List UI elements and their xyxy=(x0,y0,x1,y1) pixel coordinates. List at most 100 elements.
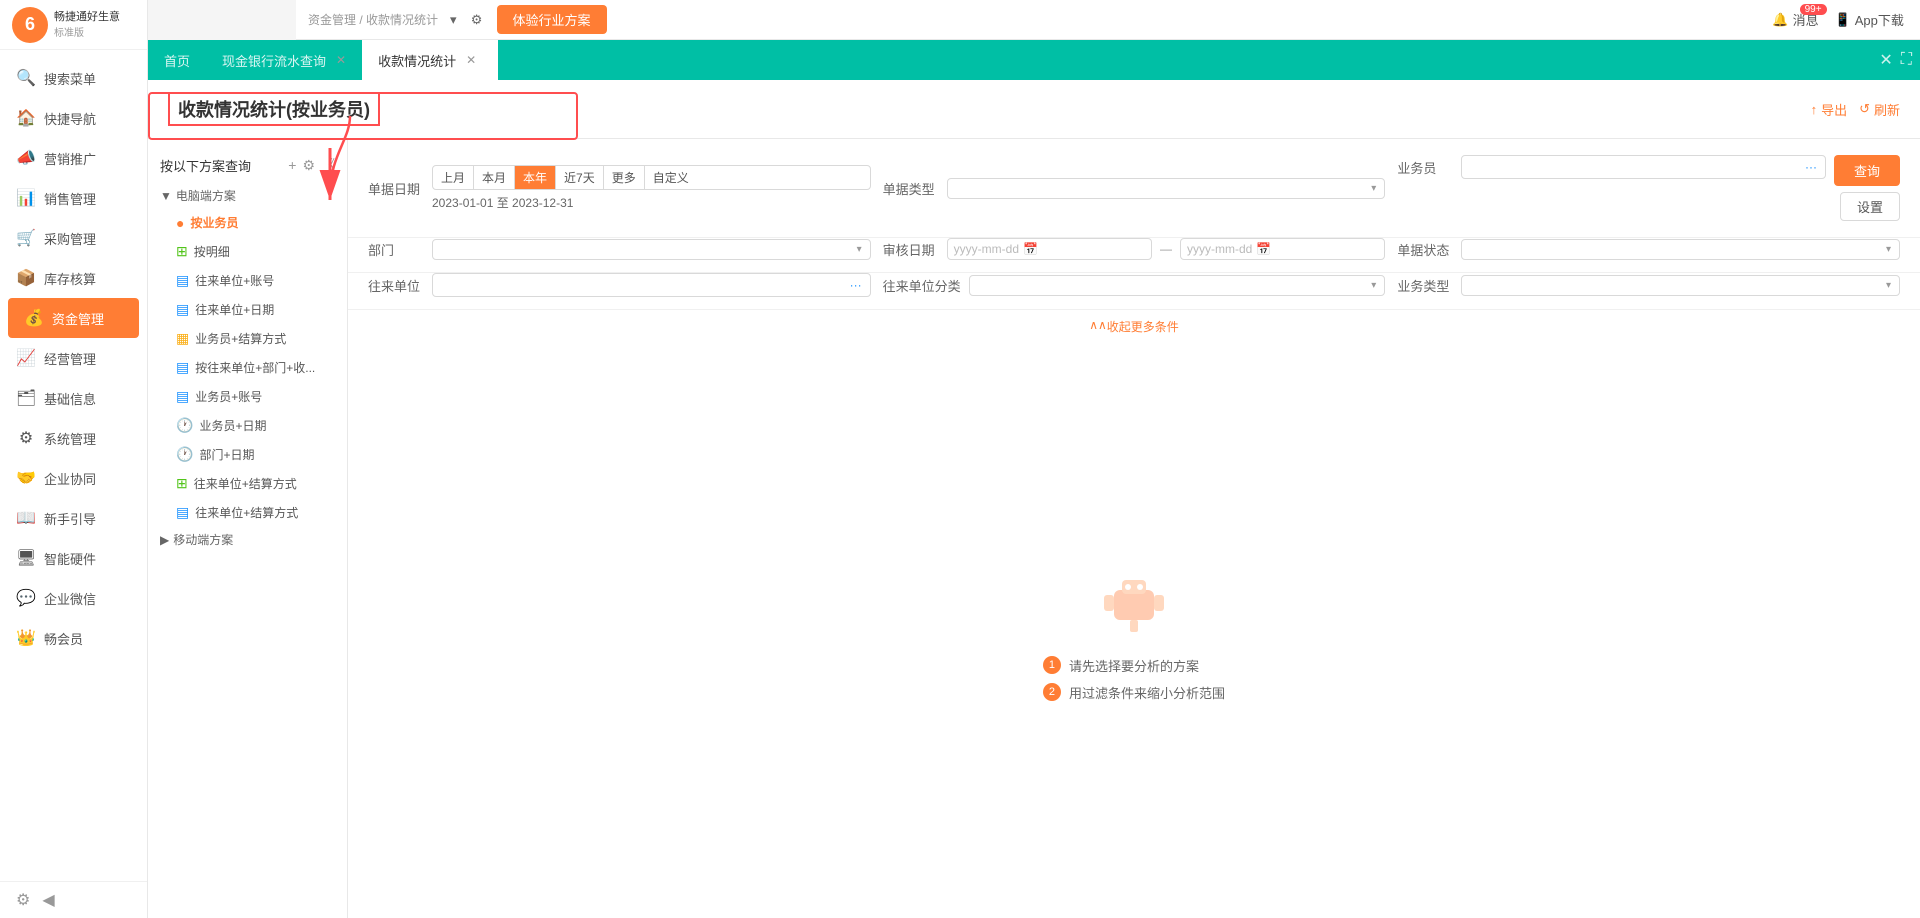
scheme-item-supplier-account[interactable]: ▤ 往来单位+账号 xyxy=(148,266,347,295)
staff-select[interactable]: ··· xyxy=(1461,155,1826,179)
sidebar-item-marketing[interactable]: 📣 营销推广 xyxy=(0,138,147,178)
bell-icon: 🔔 xyxy=(1772,12,1788,28)
scheme-item-icon-table2: ▤ xyxy=(176,301,189,318)
app-download-item[interactable]: 📱 App下载 xyxy=(1835,10,1904,29)
app-download-label: App下载 xyxy=(1855,10,1904,29)
sidebar-item-operations[interactable]: 📈 经营管理 xyxy=(0,338,147,378)
dept-select[interactable]: ▾ xyxy=(432,239,871,260)
tab-receipt-close[interactable]: ✕ xyxy=(466,53,476,67)
marketing-icon: 📣 xyxy=(16,148,36,168)
scheme-item-supplier-dept[interactable]: ▤ 按往来单位+部门+收... xyxy=(148,353,347,382)
date-tab-thisyear[interactable]: 本年 xyxy=(515,166,556,189)
scheme-item-supplier-settlement2[interactable]: ▤ 往来单位+结算方式 xyxy=(148,498,347,527)
scheme-item-label: 按往来单位+部门+收... xyxy=(195,359,315,376)
header-dropdown[interactable]: ▾ xyxy=(450,12,457,28)
sidebar-item-label: 资金管理 xyxy=(52,309,104,328)
filter-businesstype-row: 业务类型 ▾ xyxy=(1397,273,1900,297)
tip-num-1: 1 xyxy=(1043,656,1061,674)
filter-row-2: 部门 ▾ 审核日期 yyyy-mm-dd 📅 — xyxy=(348,238,1920,273)
businesstype-label: 业务类型 xyxy=(1397,276,1453,295)
date-tab-custom[interactable]: 自定义 xyxy=(645,166,697,189)
tab-bank-close[interactable]: ✕ xyxy=(336,53,346,67)
sidebar-item-quicknav[interactable]: 🏠 快捷导航 xyxy=(0,98,147,138)
scheme-item-by-detail[interactable]: ⊞ 按明细 xyxy=(148,237,347,266)
sidebar-item-inventory[interactable]: 📦 库存核算 xyxy=(0,258,147,298)
notification-item[interactable]: 🔔 消息 99+ xyxy=(1772,10,1818,29)
scheme-item-supplier-settlement1[interactable]: ⊞ 往来单位+结算方式 xyxy=(148,469,347,498)
scheme-item-by-staff[interactable]: ● 按业务员 xyxy=(148,208,347,237)
sidebar-item-system[interactable]: ⚙ 系统管理 xyxy=(0,418,147,458)
scheme-item-icon-clock1: 🕐 xyxy=(176,417,193,434)
collapse-row[interactable]: ∧∧ 收起更多条件 xyxy=(348,309,1920,343)
sidebar-item-wechat[interactable]: 💬 企业微信 xyxy=(0,578,147,618)
suppliercategory-select[interactable]: ▾ xyxy=(969,275,1386,296)
sidebar-item-guide[interactable]: 📖 新手引导 xyxy=(0,498,147,538)
sidebar-item-search[interactable]: 🔍 搜索菜单 xyxy=(0,58,147,98)
sidebar-item-sales[interactable]: 📊 销售管理 xyxy=(0,178,147,218)
scheme-item-staff-settlement[interactable]: ▦ 业务员+结算方式 xyxy=(148,324,347,353)
empty-tips: 1 请先选择要分析的方案 2 用过滤条件来缩小分析范围 xyxy=(1043,656,1225,702)
trial-button[interactable]: 体验行业方案 xyxy=(497,5,607,34)
scheme-item-dept-date[interactable]: 🕐 部门+日期 xyxy=(148,440,347,469)
sidebar-item-enterprise[interactable]: 🤝 企业协同 xyxy=(0,458,147,498)
date-tab-lastmonth[interactable]: 上月 xyxy=(433,166,474,189)
scheme-category-label2: 移动端方案 xyxy=(173,531,233,548)
sidebar-item-member[interactable]: 👑 畅会员 xyxy=(0,618,147,658)
export-icon: ↑ xyxy=(1811,102,1818,117)
tab-close-all-icon[interactable]: ✕ xyxy=(1879,50,1892,70)
reviewdate-end-value: yyyy-mm-dd xyxy=(1187,242,1252,256)
sidebar-footer: ⚙ ◀ xyxy=(0,881,147,918)
supplier-select[interactable]: ··· xyxy=(432,273,871,297)
member-icon: 👑 xyxy=(16,628,36,648)
scheme-header: 按以下方案查询 + ⚙ 《 xyxy=(148,147,347,183)
scheme-category-desktop[interactable]: ▼ 电脑端方案 xyxy=(148,183,347,208)
scheme-item-staff-account[interactable]: ▤ 业务员+账号 xyxy=(148,382,347,411)
tip-num-2: 2 xyxy=(1043,683,1061,701)
empty-illustration xyxy=(1094,560,1174,640)
scheme-item-staff-date[interactable]: 🕐 业务员+日期 xyxy=(148,411,347,440)
scheme-item-label: 业务员+日期 xyxy=(199,417,266,434)
sidebar-item-basic[interactable]: 🗂 基础信息 xyxy=(0,378,147,418)
refresh-button[interactable]: ↺ 刷新 xyxy=(1859,100,1900,119)
doctype-chevron: ▾ xyxy=(1371,183,1376,194)
dept-chevron: ▾ xyxy=(857,244,862,255)
sidebar-item-purchase[interactable]: 🛒 采购管理 xyxy=(0,218,147,258)
query-button[interactable]: 查询 xyxy=(1834,155,1900,186)
tab-maximize-icon[interactable]: ⛶ xyxy=(1901,51,1912,69)
docstatus-chevron: ▾ xyxy=(1886,244,1891,255)
businesstype-select[interactable]: ▾ xyxy=(1461,275,1900,296)
reviewdate-start[interactable]: yyyy-mm-dd 📅 xyxy=(947,238,1152,260)
header-settings-icon[interactable]: ⚙ xyxy=(465,8,489,32)
scheme-category-mobile[interactable]: ▶ 移动端方案 xyxy=(148,527,347,552)
sidebar-item-hardware[interactable]: 🖥 智能硬件 xyxy=(0,538,147,578)
settings-button[interactable]: 设置 xyxy=(1840,192,1900,221)
wechat-icon: 💬 xyxy=(16,588,36,608)
purchase-icon: 🛒 xyxy=(16,228,36,248)
scheme-collapse-icon[interactable]: 《 xyxy=(321,155,335,175)
date-range: 2023-01-01 至 2023-12-31 xyxy=(432,194,871,211)
guide-icon: 📖 xyxy=(16,508,36,528)
collapse-sidebar-icon[interactable]: ◀ xyxy=(42,890,54,910)
sidebar-item-finance[interactable]: 💰 资金管理 xyxy=(8,298,139,338)
collapse-icon: ∧∧ xyxy=(1089,318,1107,335)
tab-bank[interactable]: 现金银行流水查询 ✕ xyxy=(206,40,362,80)
scheme-item-label: 按业务员 xyxy=(190,214,238,231)
staff-more[interactable]: ··· xyxy=(1805,160,1817,174)
scheme-category-arrow2: ▶ xyxy=(160,533,169,547)
scheme-add-icon[interactable]: + xyxy=(288,157,296,173)
docstatus-select[interactable]: ▾ xyxy=(1461,239,1900,260)
reviewdate-end[interactable]: yyyy-mm-dd 📅 xyxy=(1180,238,1385,260)
export-button[interactable]: ↑ 导出 xyxy=(1811,100,1848,119)
date-tab-more[interactable]: 更多 xyxy=(604,166,645,189)
doctype-select[interactable]: ▾ xyxy=(947,178,1386,199)
date-tab-thismonth[interactable]: 本月 xyxy=(474,166,515,189)
date-tab-7days[interactable]: 近7天 xyxy=(556,166,604,189)
scheme-settings-icon[interactable]: ⚙ xyxy=(302,157,315,174)
supplier-more[interactable]: ··· xyxy=(850,278,862,292)
tab-home[interactable]: 首页 xyxy=(148,40,206,80)
settings-footer-icon[interactable]: ⚙ xyxy=(16,890,30,910)
docstatus-label: 单据状态 xyxy=(1397,240,1453,259)
scheme-item-supplier-date[interactable]: ▤ 往来单位+日期 xyxy=(148,295,347,324)
page-header-actions: ↑ 导出 ↺ 刷新 xyxy=(1811,100,1900,119)
tab-receipt[interactable]: 收款情况统计 ✕ xyxy=(362,40,498,80)
